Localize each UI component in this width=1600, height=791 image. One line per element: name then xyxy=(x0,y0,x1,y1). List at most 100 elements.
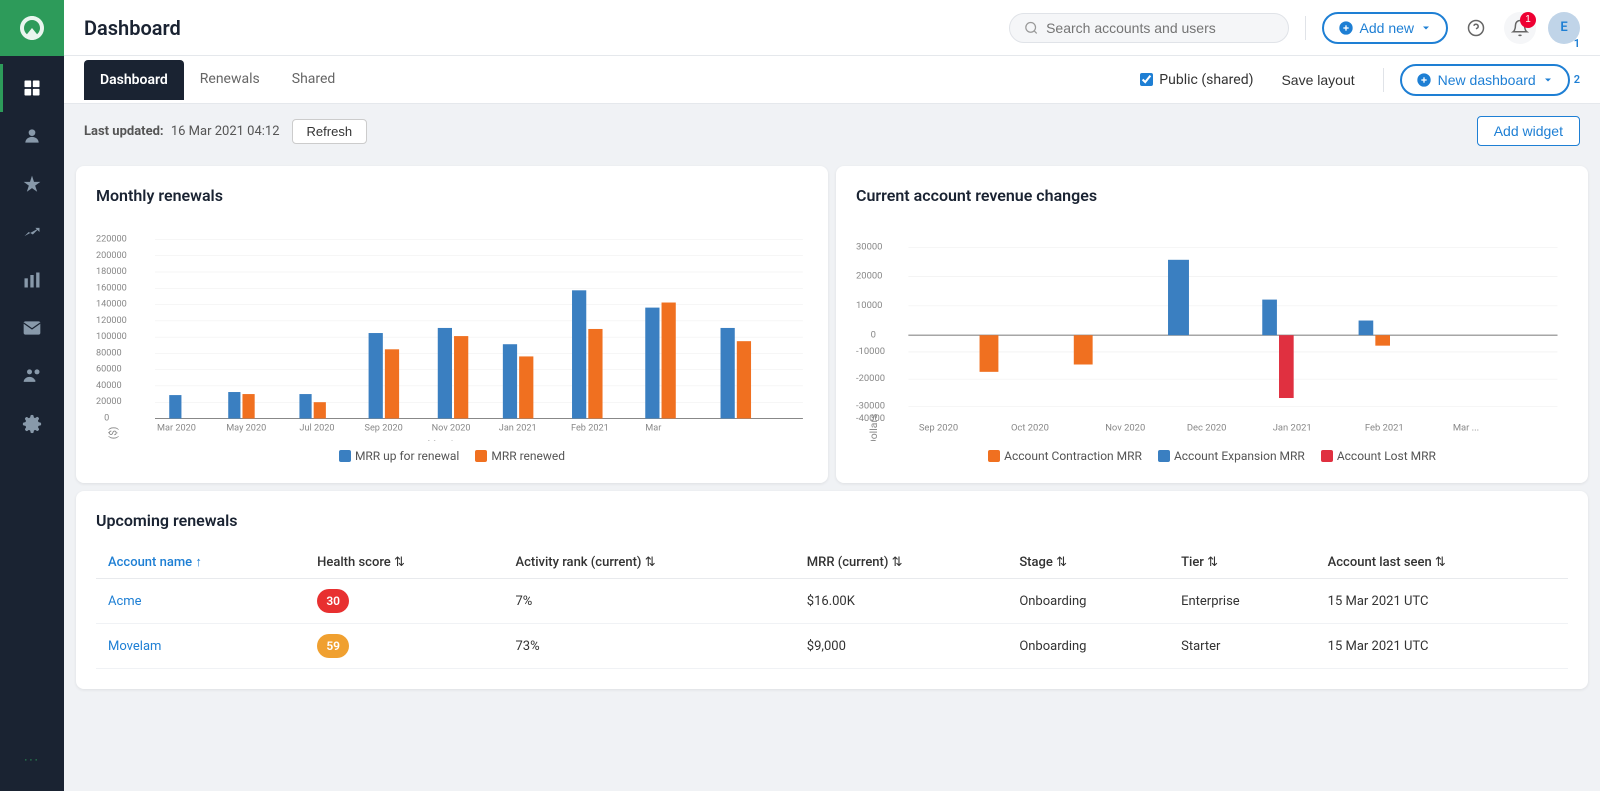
chart1-legend: MRR up for renewal MRR renewed xyxy=(96,449,808,463)
account-name-movelam[interactable]: Movelam xyxy=(96,624,305,669)
table-row: Acme 30 7% $16.00K Onboarding Enterprise… xyxy=(96,579,1568,624)
svg-text:200000: 200000 xyxy=(96,251,127,261)
svg-text:60000: 60000 xyxy=(96,365,122,375)
table-title: Upcoming renewals xyxy=(96,511,1568,530)
legend-mrr-renewal: MRR up for renewal xyxy=(339,449,459,463)
renewals-table: Account name ↑ Health score ⇅ Activity r… xyxy=(96,546,1568,669)
chart2-title: Current account revenue changes xyxy=(856,186,1568,205)
search-input[interactable] xyxy=(1046,20,1273,36)
app-logo[interactable] xyxy=(0,0,64,56)
subheader-right: Public (shared) Save layout New dashboar… xyxy=(1140,64,1569,96)
account-name-acme[interactable]: Acme xyxy=(96,579,305,624)
svg-text:Nov 2020: Nov 2020 xyxy=(1105,422,1145,433)
chart2-svg: 30000 20000 10000 0 -10000 -20000 -30000… xyxy=(856,221,1568,441)
sidebar-dots: ··· xyxy=(16,745,47,775)
notification-badge: 1 xyxy=(1520,12,1536,28)
help-button[interactable] xyxy=(1460,12,1492,44)
public-shared-toggle[interactable]: Public (shared) xyxy=(1140,72,1253,88)
legend-contraction: Account Contraction MRR xyxy=(988,449,1142,463)
content-area: Last updated: 16 Mar 2021 04:12 Refresh … xyxy=(64,104,1600,791)
add-new-button[interactable]: Add new xyxy=(1322,12,1448,44)
subheader-divider xyxy=(1383,68,1384,92)
legend-expansion: Account Expansion MRR xyxy=(1158,449,1305,463)
svg-text:220000: 220000 xyxy=(96,234,127,244)
add-widget-button[interactable]: Add widget xyxy=(1477,116,1580,146)
svg-text:0: 0 xyxy=(104,414,109,424)
svg-text:40000: 40000 xyxy=(96,381,122,391)
stage-acme: Onboarding xyxy=(1007,579,1169,624)
legend-lost: Account Lost MRR xyxy=(1321,449,1436,463)
tab-shared[interactable]: Shared xyxy=(276,59,352,102)
svg-text:120000: 120000 xyxy=(96,316,127,326)
col-last-seen[interactable]: Account last seen ⇅ xyxy=(1316,546,1568,579)
notifications-button[interactable]: 1 xyxy=(1504,12,1536,44)
sidebar-item-dashboard[interactable] xyxy=(0,64,64,112)
revenue-changes-widget: Current account revenue changes 30000 20… xyxy=(836,166,1588,483)
legend-dot-orange xyxy=(475,450,487,462)
svg-text:Jan 2021: Jan 2021 xyxy=(499,424,537,434)
svg-text:160000: 160000 xyxy=(96,283,127,293)
last-seen-movelam: 15 Mar 2021 UTC xyxy=(1316,624,1568,669)
svg-text:20000: 20000 xyxy=(856,271,882,282)
chart1-svg: 220000 200000 180000 160000 140000 12000… xyxy=(96,221,808,441)
chart1-container: 220000 200000 180000 160000 140000 12000… xyxy=(96,221,808,441)
table-header-row: Account name ↑ Health score ⇅ Activity r… xyxy=(96,546,1568,579)
new-dashboard-button[interactable]: New dashboard xyxy=(1400,64,1570,96)
step-2: 2 xyxy=(1574,73,1580,86)
svg-text:Dollars ($): Dollars ($) xyxy=(106,427,119,441)
charts-row: Monthly renewals 220000 200000 180000 16… xyxy=(64,158,1600,491)
stage-movelam: Onboarding xyxy=(1007,624,1169,669)
step-1: 1 xyxy=(1574,37,1580,50)
table-row: Movelam 59 73% $9,000 Onboarding Starter… xyxy=(96,624,1568,669)
col-mrr[interactable]: MRR (current) ⇅ xyxy=(795,546,1008,579)
save-layout-button[interactable]: Save layout xyxy=(1269,66,1366,94)
svg-text:Jan 2021: Jan 2021 xyxy=(1273,422,1312,433)
sidebar-item-analytics[interactable] xyxy=(0,208,64,256)
svg-text:Nov 2020: Nov 2020 xyxy=(432,424,471,434)
svg-text:30000: 30000 xyxy=(856,241,882,252)
col-stage[interactable]: Stage ⇅ xyxy=(1007,546,1169,579)
search-bar[interactable] xyxy=(1009,13,1289,43)
chevron-down-icon-2 xyxy=(1542,74,1554,86)
sidebar-item-mail[interactable] xyxy=(0,304,64,352)
last-seen-acme: 15 Mar 2021 UTC xyxy=(1316,579,1568,624)
upcoming-renewals-widget: Upcoming renewals Account name ↑ Health … xyxy=(76,491,1588,689)
activity-rank-movelam: 73% xyxy=(503,624,794,669)
chart2-legend: Account Contraction MRR Account Expansio… xyxy=(856,449,1568,463)
mrr-acme: $16.00K xyxy=(795,579,1008,624)
public-shared-checkbox[interactable] xyxy=(1140,73,1153,86)
legend-mrr-renewed: MRR renewed xyxy=(475,449,565,463)
sidebar-nav xyxy=(0,56,64,745)
chart2-container: 30000 20000 10000 0 -10000 -20000 -30000… xyxy=(856,221,1568,441)
page-title: Dashboard xyxy=(84,16,181,40)
svg-text:Oct 2020: Oct 2020 xyxy=(1011,422,1049,433)
col-account-name[interactable]: Account name ↑ xyxy=(96,546,305,579)
sidebar-item-accounts[interactable] xyxy=(0,112,64,160)
chart1-title: Monthly renewals xyxy=(96,186,808,205)
col-tier[interactable]: Tier ⇅ xyxy=(1169,546,1316,579)
plus-circle-icon-2 xyxy=(1416,72,1432,88)
col-health-score[interactable]: Health score ⇅ xyxy=(305,546,503,579)
sidebar-item-users[interactable] xyxy=(0,352,64,400)
tab-dashboard[interactable]: Dashboard xyxy=(84,60,184,100)
svg-text:Month: Month xyxy=(1197,439,1227,441)
step-indicators: 1 2 xyxy=(1574,73,1580,86)
main-content: Dashboard Add new xyxy=(64,0,1600,791)
svg-text:Mar 2020: Mar 2020 xyxy=(157,424,196,434)
sidebar-item-success[interactable] xyxy=(0,160,64,208)
sidebar-item-reports[interactable] xyxy=(0,256,64,304)
health-score-movelam: 59 xyxy=(305,624,503,669)
chevron-down-icon xyxy=(1420,22,1432,34)
subheader: Dashboard Renewals Shared Public (shared… xyxy=(64,56,1600,104)
health-score-acme: 30 xyxy=(305,579,503,624)
refresh-button[interactable]: Refresh xyxy=(292,119,368,144)
col-activity-rank[interactable]: Activity rank (current) ⇅ xyxy=(503,546,794,579)
tab-renewals[interactable]: Renewals xyxy=(184,59,276,102)
svg-text:Dollars: Dollars xyxy=(867,414,880,441)
svg-text:Mar ...: Mar ... xyxy=(1453,422,1479,433)
svg-text:-30000: -30000 xyxy=(856,400,885,411)
sidebar-bottom: ··· xyxy=(0,745,64,791)
topbar-divider xyxy=(1305,16,1306,40)
sidebar-item-settings[interactable] xyxy=(0,400,64,448)
svg-text:Month: Month xyxy=(427,440,456,441)
